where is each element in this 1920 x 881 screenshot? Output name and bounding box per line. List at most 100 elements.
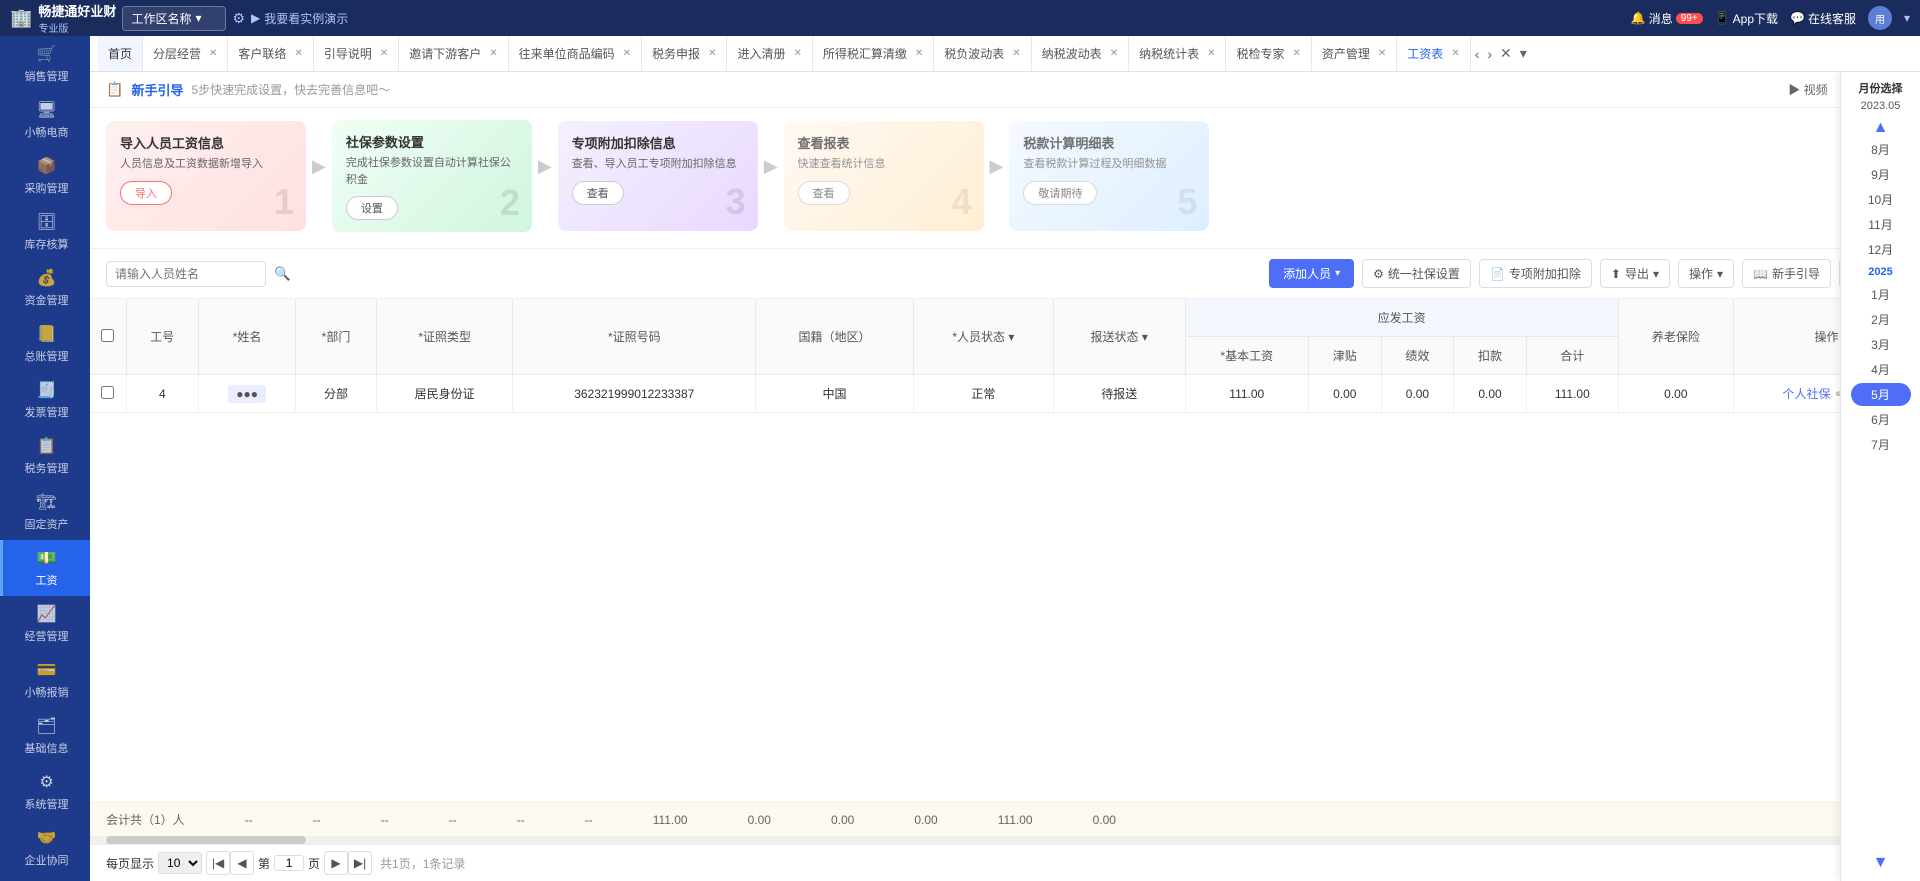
tab-home[interactable]: 首页 [98,36,143,72]
sidebar-item-assets[interactable]: 🏗固定资产 [0,484,90,540]
tab-invite[interactable]: 邀请下游客户✕ [399,36,508,72]
step-btn-4[interactable]: 查看 [798,181,850,205]
next-page-button[interactable]: ▶ [324,851,348,875]
tab-close-salary_tab[interactable]: ✕ [1451,48,1459,59]
message-button[interactable]: 🔔 消息 99+ [1631,10,1703,27]
month-item-4月[interactable]: 4月 [1851,358,1911,381]
page-number-input[interactable] [274,855,304,871]
filter-icon2[interactable]: ▾ [1142,330,1148,344]
step-btn-2[interactable]: 设置 [346,196,398,220]
tab-close-invite[interactable]: ✕ [489,48,497,59]
month-item-3月[interactable]: 3月 [1851,333,1911,356]
tab-close-tax_exempt[interactable]: ✕ [1012,48,1020,59]
tab-close-tax_stat1[interactable]: ✕ [1110,48,1118,59]
month-down-button[interactable]: ▼ [1871,853,1891,873]
sidebar-label-invoice: 发票管理 [25,404,69,420]
sidebar-item-inventory[interactable]: 🗄库存核算 [0,204,90,260]
step-btn-5[interactable]: 敬请期待 [1023,181,1097,205]
month-item-12月[interactable]: 12月 [1851,238,1911,261]
tab-tax_expert[interactable]: 税检专家✕ [1226,36,1311,72]
select-all-checkbox[interactable] [101,329,114,342]
month-item-5月[interactable]: 5月 [1851,383,1911,406]
sidebar-item-tax[interactable]: 📋税务管理 [0,428,90,484]
month-up-button[interactable]: ▲ [1871,118,1891,138]
month-item-7月[interactable]: 7月 [1851,433,1911,456]
user-avatar[interactable]: 用 [1868,6,1892,30]
tab-close-clearbook[interactable]: ✕ [793,48,801,59]
month-item-11月[interactable]: 11月 [1851,213,1911,236]
search-button[interactable]: 🔍 [274,266,291,282]
step-btn-3[interactable]: 查看 [572,181,624,205]
tab-guide_tab[interactable]: 引导说明✕ [314,36,399,72]
tab-close-tax_expert[interactable]: ✕ [1293,48,1301,59]
tab-salary_tab[interactable]: 工资表✕ [1397,36,1470,72]
action-personal-insurance[interactable]: 个人社保 [1782,387,1830,401]
tab-asset_mgmt[interactable]: 资产管理✕ [1312,36,1397,72]
sidebar-item-system[interactable]: ⚙系统管理 [0,764,90,820]
tab-layer[interactable]: 分层经营✕ [143,36,228,72]
tab-tax_stat2[interactable]: 纳税统计表✕ [1129,36,1226,72]
month-item-9月[interactable]: 9月 [1851,163,1911,186]
user-menu-button[interactable]: ▾ [1904,11,1910,25]
month-item-10月[interactable]: 10月 [1851,188,1911,211]
sidebar-item-guide[interactable]: 📖新手引导 [0,876,90,881]
sidebar-item-base[interactable]: 🗂基础信息 [0,708,90,764]
settings-button[interactable]: ⚙ [232,10,245,27]
guide-button[interactable]: 📖 新手引导 [1742,259,1831,288]
guide-video-link[interactable]: ▶ 视频 [1788,81,1827,98]
sidebar-item-ledger[interactable]: 📒总账管理 [0,316,90,372]
sidebar-item-operations[interactable]: 📈经营管理 [0,596,90,652]
sidebar-item-sales[interactable]: 🛒销售管理 [0,36,90,92]
tab-tax_report[interactable]: 税务申报✕ [642,36,727,72]
operate-button[interactable]: 操作 ▾ [1678,259,1734,288]
tab-tax_calc[interactable]: 所得税汇算清缴✕ [813,36,934,72]
first-page-button[interactable]: |◀ [206,851,230,875]
sidebar-item-ecommerce[interactable]: 🖥小畅电商 [0,92,90,148]
horizontal-scrollbar[interactable] [90,836,1920,844]
tab-close-customer[interactable]: ✕ [294,48,302,59]
tab-close-all-button[interactable]: ✕ [1496,45,1516,62]
month-item-8月[interactable]: 8月 [1851,138,1911,161]
sidebar-item-invoice[interactable]: 🧾发票管理 [0,372,90,428]
sidebar-item-salary[interactable]: 💵工资 [0,540,90,596]
tab-prev-button[interactable]: ‹ [1471,46,1484,62]
month-item-2月[interactable]: 2月 [1851,308,1911,331]
step-btn-1[interactable]: 导入 [120,181,172,205]
tab-close-tax_calc[interactable]: ✕ [915,48,923,59]
page-size-select[interactable]: 102050 [158,852,202,874]
tab-goods_code[interactable]: 往来单位商品编码✕ [509,36,642,72]
tab-tax_exempt[interactable]: 税负波动表✕ [934,36,1031,72]
last-page-button[interactable]: ▶| [348,851,372,875]
row-select-checkbox[interactable] [101,386,114,399]
tab-close-layer[interactable]: ✕ [209,48,217,59]
tab-clearbook[interactable]: 进入清册✕ [727,36,812,72]
tab-close-guide_tab[interactable]: ✕ [380,48,388,59]
prev-page-button[interactable]: ◀ [230,851,254,875]
app-download-button[interactable]: 📱 App下载 [1715,10,1778,27]
workspace-selector[interactable]: 工作区名称 ▾ [122,6,226,31]
month-item-1月[interactable]: 1月 [1851,283,1911,306]
sidebar-item-xcreport[interactable]: 💳小畅报销 [0,652,90,708]
export-button[interactable]: ⬆ 导出 ▾ [1600,259,1670,288]
sidebar-item-coop[interactable]: 🤝企业协同 [0,820,90,876]
row-checkbox[interactable] [90,375,126,413]
tab-close-tax_stat2[interactable]: ✕ [1207,48,1215,59]
online-service-button[interactable]: 💬 在线客服 [1790,10,1856,27]
search-input[interactable] [106,261,266,287]
tab-close-tax_report[interactable]: ✕ [708,48,716,59]
tab-menu-button[interactable]: ▾ [1516,45,1531,62]
tab-customer[interactable]: 客户联络✕ [228,36,313,72]
scrollbar-thumb[interactable] [106,836,306,844]
sidebar-item-capital[interactable]: 💰资金管理 [0,260,90,316]
tab-close-asset_mgmt[interactable]: ✕ [1378,48,1386,59]
add-person-button[interactable]: 添加人员 ▾ [1269,259,1354,288]
month-item-6月[interactable]: 6月 [1851,408,1911,431]
demo-link[interactable]: ▶ 我要看实例演示 [251,10,348,27]
tab-close-goods_code[interactable]: ✕ [623,48,631,59]
tab-next-button[interactable]: › [1483,46,1496,62]
sidebar-item-purchase[interactable]: 📦采购管理 [0,148,90,204]
tab-tax_stat1[interactable]: 纳税波动表✕ [1032,36,1129,72]
social-insurance-setting-button[interactable]: ⚙ 统一社保设置 [1362,259,1471,288]
filter-icon[interactable]: ▾ [1008,330,1014,344]
deduction-button[interactable]: 📄 专项附加扣除 [1479,259,1592,288]
